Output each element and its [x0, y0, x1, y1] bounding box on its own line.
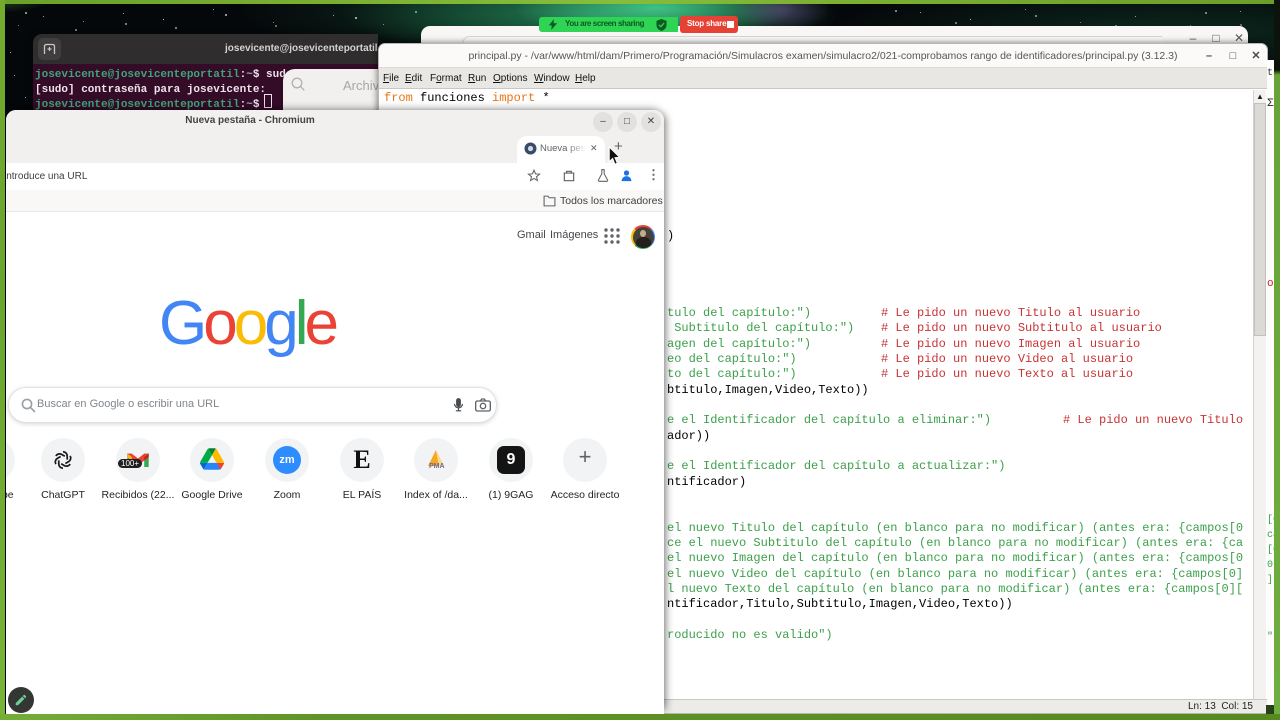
svg-text:PMA: PMA	[429, 463, 445, 470]
